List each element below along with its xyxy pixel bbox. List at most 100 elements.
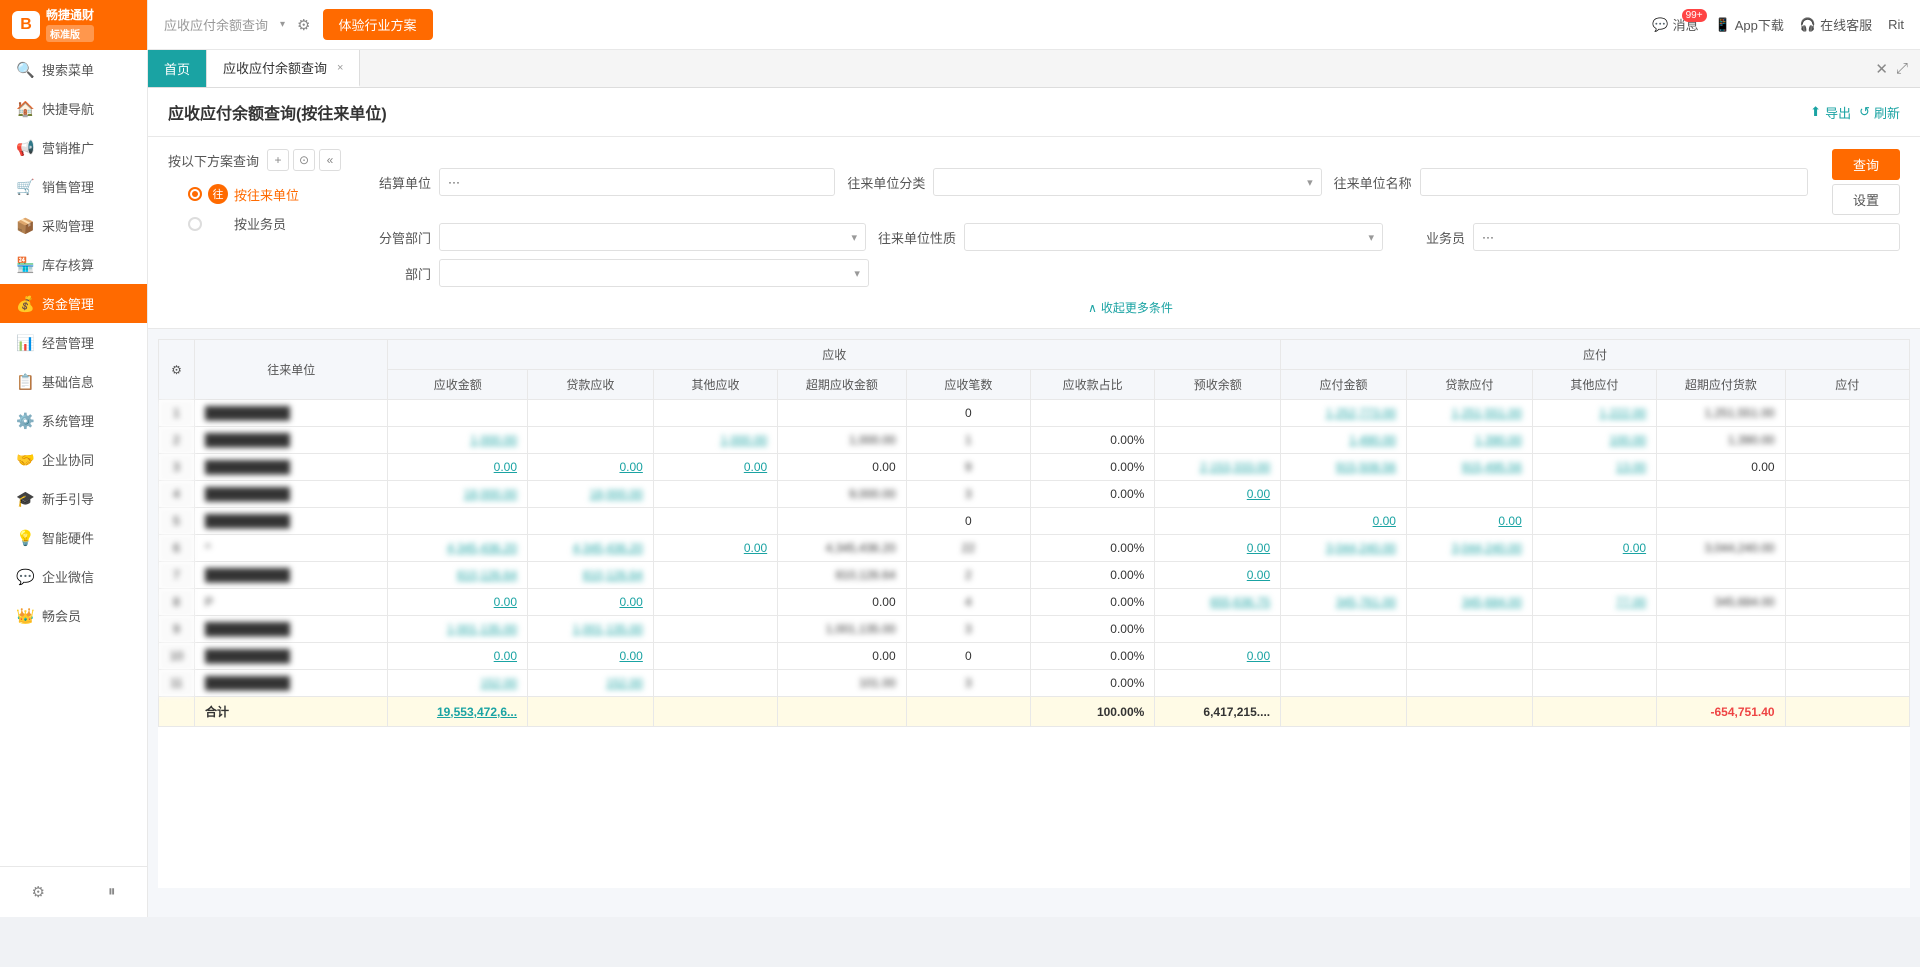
settlement-unit-label: 结算单位: [361, 173, 431, 192]
sidebar-item-member[interactable]: 👑 畅会员: [0, 596, 147, 635]
logo-name: 畅捷通财: [46, 8, 94, 24]
solution-button[interactable]: 体验行业方案: [323, 9, 433, 40]
gear-icon[interactable]: ⚙: [297, 16, 310, 34]
sidebar-item-sales[interactable]: 🛒 销售管理: [0, 167, 147, 206]
th-ar-other: 其他应收: [653, 370, 777, 400]
refresh-label: 刷新: [1874, 103, 1900, 122]
home-icon: 🏠: [16, 100, 34, 118]
table-row: 3██████████0.000.000.000.0090.00%2,153,3…: [159, 454, 1910, 481]
th-ar-count: 应收笔数: [906, 370, 1030, 400]
topbar-breadcrumb: 应收应付余额查询: [164, 15, 268, 34]
footer-ar-overdue: [778, 697, 906, 727]
tab-home[interactable]: 首页: [148, 50, 207, 87]
dept-chevron-icon: ▾: [851, 231, 857, 244]
tab-active[interactable]: 应收应付余额查询 ×: [207, 50, 360, 87]
sidebar-item-operations[interactable]: 📊 经营管理: [0, 323, 147, 362]
footer-ar-prepay: 6,417,215....: [1155, 697, 1281, 727]
export-icon: ⬆: [1810, 104, 1821, 120]
partner-cell: ██████████: [195, 454, 388, 481]
add-scheme-btn[interactable]: +: [267, 149, 289, 171]
th-ar-ratio: 应收款占比: [1030, 370, 1154, 400]
collapse-up-icon: ∧: [1088, 301, 1097, 315]
partner-cell: ^: [195, 535, 388, 562]
sidebar-item-basic-info[interactable]: 📋 基础信息: [0, 362, 147, 401]
sidebar-item-system[interactable]: ⚙️ 系统管理: [0, 401, 147, 440]
topbar: 应收应付余额查询 ▾ ⚙ 体验行业方案 💬 消息 99+ 📱 App下载 🎧 在…: [148, 0, 1920, 50]
query-button[interactable]: 查询: [1832, 149, 1900, 180]
collab-icon: 🤝: [16, 451, 34, 469]
scheme-by-salesman[interactable]: 按业务员: [188, 211, 341, 236]
page-content-area: 应收应付余额查询(按往来单位) ⬆ 导出 ↺ 刷新 按以下方案查询: [148, 88, 1920, 917]
maximize-window-icon[interactable]: ⤢: [1896, 60, 1908, 77]
filter-area: 按以下方案查询 + ⊙ « 往 按往来单位: [148, 137, 1920, 329]
finance-icon: 💰: [16, 295, 34, 313]
sidebar-item-finance[interactable]: 💰 资金管理: [0, 284, 147, 323]
dept-label: 分管部门: [361, 228, 431, 247]
scheme-partner-label: 按往来单位: [234, 185, 299, 204]
sidebar-item-hardware[interactable]: 💡 智能硬件: [0, 518, 147, 557]
partner-cell: ██████████: [195, 508, 388, 535]
collapse-filter-button[interactable]: ∧ 收起更多条件: [361, 295, 1900, 320]
partner-nature-input[interactable]: ▾: [964, 223, 1383, 251]
user-menu[interactable]: Rit: [1888, 17, 1904, 32]
partner-name-input[interactable]: [1420, 168, 1808, 196]
home-tab-label: 首页: [164, 59, 190, 78]
sidebar-item-marketing[interactable]: 📢 营销推广: [0, 128, 147, 167]
sidebar-item-weixin[interactable]: 💬 企业微信: [0, 557, 147, 596]
close-window-icon[interactable]: ✕: [1875, 60, 1888, 78]
edit-scheme-btn[interactable]: ⊙: [293, 149, 315, 171]
filter-icons: + ⊙ «: [267, 149, 341, 171]
sidebar-item-quick-nav[interactable]: 🏠 快捷导航: [0, 89, 147, 128]
sidebar-item-purchase[interactable]: 📦 采购管理: [0, 206, 147, 245]
footer-ar-total[interactable]: 19,553,472,6...: [388, 697, 528, 727]
online-service-button[interactable]: 🎧 在线客服: [1800, 15, 1872, 34]
footer-row: 合计 19,553,472,6... 100.00% 6,417,215....…: [159, 697, 1910, 727]
settings-footer-btn[interactable]: ⚙: [22, 877, 55, 907]
dept-input[interactable]: ▾: [439, 223, 866, 251]
member-icon: 👑: [16, 607, 34, 625]
sidebar-footer: ⚙ ⏸: [0, 866, 147, 917]
salesman-label: 业务员: [1395, 228, 1465, 247]
app-download-button[interactable]: 📱 App下载: [1715, 15, 1784, 34]
table-row: 8P0.000.000.0040.00%655,636.75345,761.00…: [159, 589, 1910, 616]
partner-cell: P: [195, 589, 388, 616]
table-row: 1██████████01,252,773.001,251,551.001,22…: [159, 400, 1910, 427]
th-ar-overdue: 超期应收金额: [778, 370, 906, 400]
page-header: 应收应付余额查询(按往来单位) ⬆ 导出 ↺ 刷新: [148, 88, 1920, 137]
sidebar-item-collab[interactable]: 🤝 企业协同: [0, 440, 147, 479]
footer-ap-overdue: -654,751.40: [1657, 697, 1785, 727]
sidebar-item-search-menu[interactable]: 🔍 搜索菜单: [0, 50, 147, 89]
footer-ar-loan: [528, 697, 654, 727]
filter-top: 按以下方案查询 + ⊙ «: [168, 149, 341, 171]
refresh-button[interactable]: ↺ 刷新: [1859, 103, 1900, 122]
sidebar-item-inventory[interactable]: 🏪 库存核算: [0, 245, 147, 284]
table-row: 9██████████1,001,135.001,001,135.001,001…: [159, 616, 1910, 643]
basic-info-icon: 📋: [16, 373, 34, 391]
settlement-unit-input[interactable]: ···: [439, 168, 835, 196]
collapse-sidebar-btn[interactable]: ⏸: [98, 877, 126, 907]
department-input[interactable]: ▾: [439, 259, 869, 287]
set-button[interactable]: 设置: [1832, 184, 1900, 215]
th-gear[interactable]: ⚙: [159, 340, 195, 400]
close-tab-icon[interactable]: ×: [337, 62, 343, 74]
th-ap-overdue: 超期应付货款: [1657, 370, 1785, 400]
table-row: 7██████████810,126.64810,126.64810,126.6…: [159, 562, 1910, 589]
footer-ap-extra: [1785, 697, 1909, 727]
active-tab-label: 应收应付余额查询: [223, 58, 327, 77]
salesman-input[interactable]: ···: [1473, 223, 1900, 251]
field-settlement-unit: 结算单位 ···: [361, 149, 835, 215]
collapse-scheme-btn[interactable]: «: [319, 149, 341, 171]
department-label: 部门: [361, 264, 431, 283]
message-button[interactable]: 💬 消息 99+: [1652, 15, 1698, 34]
data-table: ⚙ 往来单位 应收 应付 应收金额 贷款应收 其他应收 超期应收金额 应收笔数 …: [158, 339, 1910, 727]
scheme-by-partner[interactable]: 往 按往来单位: [188, 181, 341, 207]
sidebar-item-guide[interactable]: 🎓 新手引导: [0, 479, 147, 518]
operations-icon: 📊: [16, 334, 34, 352]
chevron-down-icon[interactable]: ▾: [280, 19, 285, 30]
main-content: 首页 应收应付余额查询 × ✕ ⤢ 应收应付余额查询(按往来单位) ⬆ 导出 ↺…: [148, 50, 1920, 917]
app-icon: 📱: [1715, 17, 1731, 33]
field-partner-nature: 往来单位性质 ▾: [878, 223, 1383, 251]
system-icon: ⚙️: [16, 412, 34, 430]
partner-category-input[interactable]: ▾: [933, 168, 1321, 196]
export-button[interactable]: ⬆ 导出: [1810, 103, 1851, 122]
